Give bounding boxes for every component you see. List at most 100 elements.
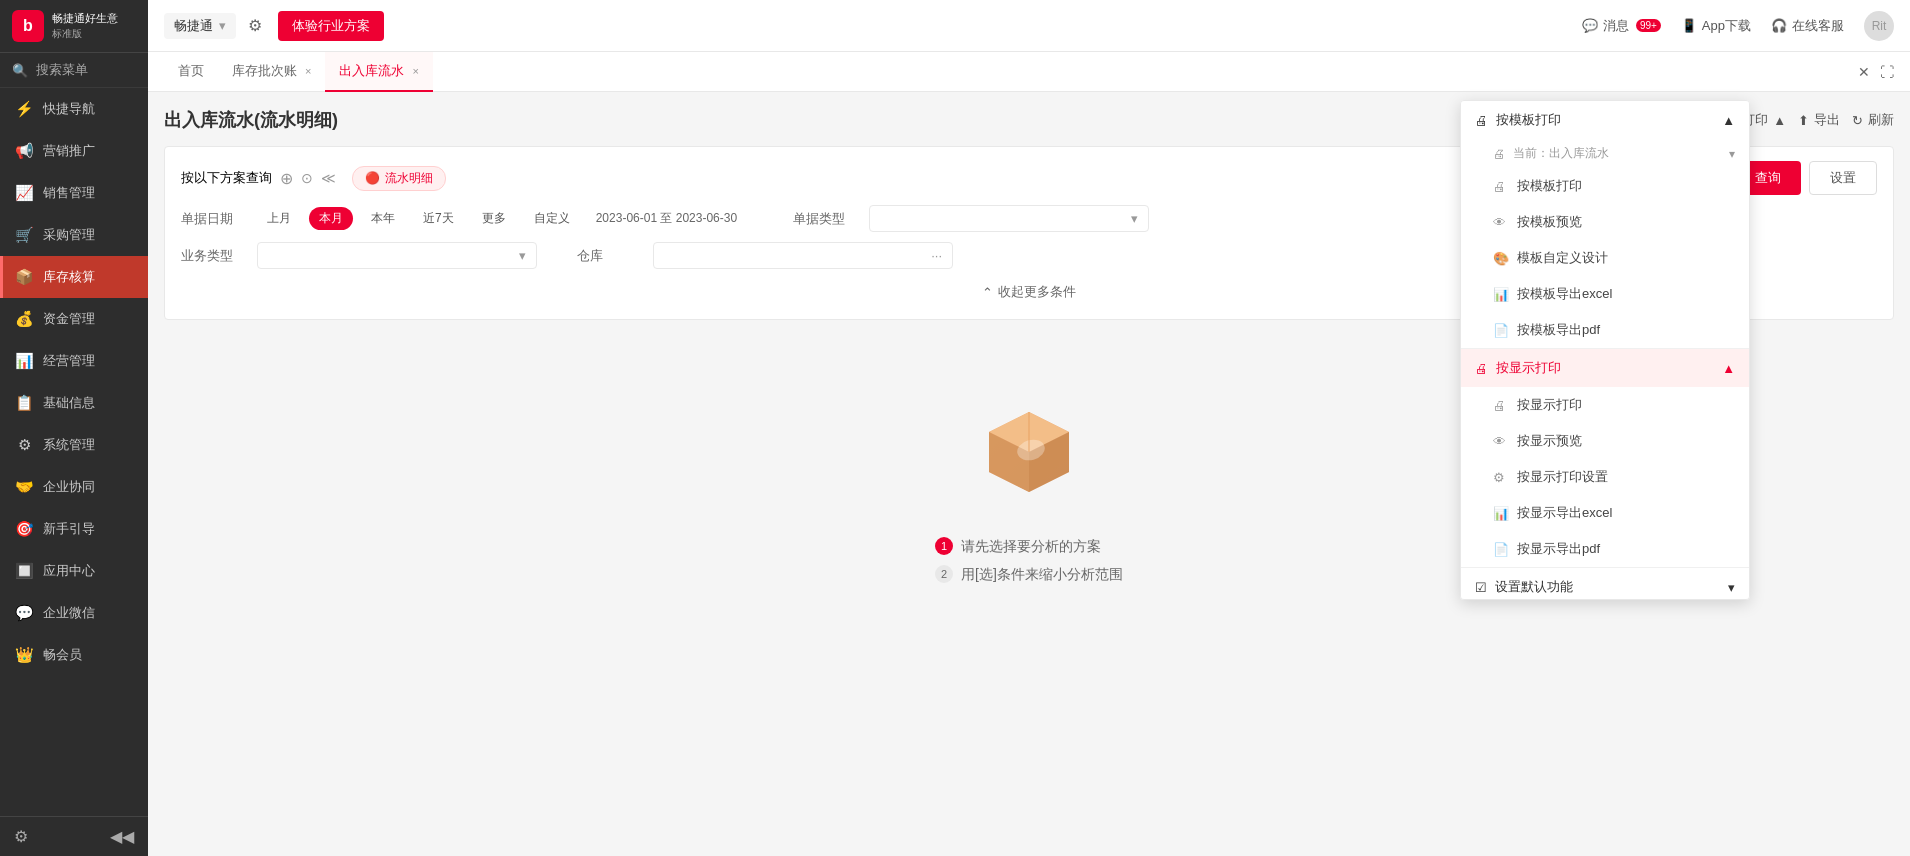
date-more-btn[interactable]: 更多 — [472, 207, 516, 230]
sidebar-item-guide[interactable]: 🎯 新手引导 — [0, 508, 148, 550]
template-preview-item[interactable]: 👁 按模板预览 — [1461, 204, 1749, 240]
sidebar-item-quick-nav[interactable]: ⚡ 快捷导航 — [0, 88, 148, 130]
sidebar-item-app-center[interactable]: 🔲 应用中心 — [0, 550, 148, 592]
collapse-conditions-btn[interactable]: ⌃ 收起更多条件 — [982, 279, 1076, 305]
messages-label: 消息 — [1603, 17, 1629, 35]
filter-setting-btn[interactable]: ⊙ — [301, 170, 313, 186]
inventory-icon: 📦 — [15, 268, 33, 286]
business-type-select[interactable]: ▾ — [257, 242, 537, 269]
try-industry-btn[interactable]: 体验行业方案 — [278, 11, 384, 41]
tab-inout-flow[interactable]: 出入库流水 × — [325, 52, 432, 92]
sidebar-item-operations[interactable]: 📊 经营管理 — [0, 340, 148, 382]
tab-home[interactable]: 首页 — [164, 52, 218, 92]
system-icon: ⚙ — [15, 436, 33, 454]
sidebar-item-wechat[interactable]: 💬 企业微信 — [0, 592, 148, 634]
messages-badge: 99+ — [1636, 19, 1661, 32]
date-custom-btn[interactable]: 自定义 — [524, 207, 580, 230]
setup-btn[interactable]: 设置 — [1809, 161, 1877, 195]
template-print-header[interactable]: 🖨 按模板打印 ▲ — [1461, 101, 1749, 139]
sidebar-item-finance[interactable]: 💰 资金管理 — [0, 298, 148, 340]
filter-add-btn[interactable]: ⊕ — [280, 169, 293, 188]
sidebar-item-label: 快捷导航 — [43, 100, 95, 118]
online-service-action[interactable]: 🎧 在线客服 — [1771, 17, 1844, 35]
sidebar-nav: ⚡ 快捷导航 📢 营销推广 📈 销售管理 🛒 采购管理 📦 库存核算 💰 资金管… — [0, 88, 148, 816]
app-center-icon: 🔲 — [15, 562, 33, 580]
sidebar-item-sales[interactable]: 📈 销售管理 — [0, 172, 148, 214]
template-print-item[interactable]: 🖨 按模板打印 — [1461, 168, 1749, 204]
filter-tag-icon: 🔴 — [365, 171, 380, 185]
type-select-arrow: ▾ — [1131, 211, 1138, 226]
sidebar-logo: b 畅捷通好生意 标准版 — [0, 0, 148, 53]
sidebar-item-cooperation[interactable]: 🤝 企业协同 — [0, 466, 148, 508]
sidebar-item-system[interactable]: ⚙ 系统管理 — [0, 424, 148, 466]
display-print-settings-label: 按显示打印设置 — [1517, 468, 1608, 486]
messages-action[interactable]: 💬 消息 99+ — [1582, 17, 1661, 35]
display-print-settings-item[interactable]: ⚙ 按显示打印设置 — [1461, 459, 1749, 495]
date-filter-label: 单据日期 — [181, 210, 241, 228]
sales-icon: 📈 — [15, 184, 33, 202]
date-current-year-btn[interactable]: 本年 — [361, 207, 405, 230]
display-settings-icon: ⚙ — [1493, 470, 1509, 485]
export-icon: ⬆ — [1798, 113, 1809, 128]
avatar: Rit — [1864, 11, 1894, 41]
wechat-icon: 💬 — [15, 604, 33, 622]
message-icon: 💬 — [1582, 18, 1598, 33]
date-current-month-btn[interactable]: 本月 — [309, 207, 353, 230]
display-section-arrow: ▲ — [1722, 361, 1735, 376]
sidebar-item-marketing[interactable]: 📢 营销推广 — [0, 130, 148, 172]
type-select[interactable]: ▾ — [869, 205, 1149, 232]
collapse-sidebar-icon[interactable]: ◀◀ — [110, 827, 134, 846]
tab-inout-flow-close[interactable]: × — [412, 65, 418, 77]
set-default-header[interactable]: ☑ 设置默认功能 ▾ — [1461, 568, 1749, 600]
type-filter-label: 单据类型 — [793, 210, 853, 228]
sidebar-item-label: 经营管理 — [43, 352, 95, 370]
settings-footer-icon[interactable]: ⚙ — [14, 827, 28, 846]
filter-tag-area: 🔴 流水明细 — [352, 166, 446, 191]
template-export-excel-item[interactable]: 📊 按模板导出excel — [1461, 276, 1749, 312]
sidebar-item-basic-info[interactable]: 📋 基础信息 — [0, 382, 148, 424]
finance-icon: 💰 — [15, 310, 33, 328]
sidebar-item-label: 新手引导 — [43, 520, 95, 538]
date-last-7days-btn[interactable]: 近7天 — [413, 207, 464, 230]
display-print-item[interactable]: 🖨 按显示打印 — [1461, 387, 1749, 423]
close-all-tabs-btn[interactable]: ✕ — [1858, 64, 1870, 80]
filter-scheme-label: 按以下方案查询 — [181, 169, 272, 187]
date-last-month-btn[interactable]: 上月 — [257, 207, 301, 230]
display-print-header[interactable]: 🖨 按显示打印 ▲ — [1461, 349, 1749, 387]
topbar-left: 畅捷通 ▾ ⚙ 体验行业方案 — [164, 11, 1582, 41]
refresh-btn[interactable]: ↻ 刷新 — [1852, 111, 1894, 129]
sidebar-item-label: 营销推广 — [43, 142, 95, 160]
display-pdf-icon: 📄 — [1493, 542, 1509, 557]
sidebar-footer: ⚙ ◀◀ — [0, 816, 148, 856]
sidebar-item-inventory[interactable]: 📦 库存核算 — [0, 256, 148, 298]
company-selector[interactable]: 畅捷通 ▾ — [164, 13, 236, 39]
display-print-label: 按显示打印 — [1517, 396, 1582, 414]
warehouse-more-icon: ··· — [931, 248, 942, 263]
user-avatar-area[interactable]: Rit — [1864, 11, 1894, 41]
template-export-pdf-item[interactable]: 📄 按模板导出pdf — [1461, 312, 1749, 348]
filter-collapse-btn[interactable]: ≪ — [321, 170, 336, 186]
page-title: 出入库流水(流水明细) — [164, 108, 338, 132]
expand-tabs-btn[interactable]: ⛶ — [1880, 64, 1894, 80]
display-export-pdf-item[interactable]: 📄 按显示导出pdf — [1461, 531, 1749, 567]
tab-batch-account[interactable]: 库存批次账 × — [218, 52, 325, 92]
empty-illustration — [969, 392, 1089, 512]
date-filters: 上月 本月 本年 近7天 更多 自定义 2023-06-01 至 2023-06… — [257, 207, 737, 230]
warehouse-select[interactable]: ··· — [653, 242, 953, 269]
export-btn[interactable]: ⬆ 导出 — [1798, 111, 1840, 129]
display-preview-item[interactable]: 👁 按显示预览 — [1461, 423, 1749, 459]
current-arrow: ▾ — [1729, 147, 1735, 161]
empty-step-1: 1 请先选择要分析的方案 — [935, 532, 1123, 560]
guide-icon: 🎯 — [15, 520, 33, 538]
topbar-settings-icon[interactable]: ⚙ — [248, 16, 262, 35]
tab-batch-account-close[interactable]: × — [305, 65, 311, 77]
display-export-excel-item[interactable]: 📊 按显示导出excel — [1461, 495, 1749, 531]
template-customize-item[interactable]: 🎨 模板自定义设计 — [1461, 240, 1749, 276]
active-filter-tag[interactable]: 🔴 流水明细 — [352, 166, 446, 191]
sidebar: b 畅捷通好生意 标准版 🔍 搜索菜单 ⚡ 快捷导航 📢 营销推广 📈 销售管理… — [0, 0, 148, 856]
sidebar-search[interactable]: 🔍 搜索菜单 — [0, 53, 148, 88]
topbar: 畅捷通 ▾ ⚙ 体验行业方案 💬 消息 99+ 📱 App下载 🎧 在线客服 — [148, 0, 1910, 52]
sidebar-item-member[interactable]: 👑 畅会员 — [0, 634, 148, 676]
app-download-action[interactable]: 📱 App下载 — [1681, 17, 1751, 35]
sidebar-item-purchase[interactable]: 🛒 采购管理 — [0, 214, 148, 256]
